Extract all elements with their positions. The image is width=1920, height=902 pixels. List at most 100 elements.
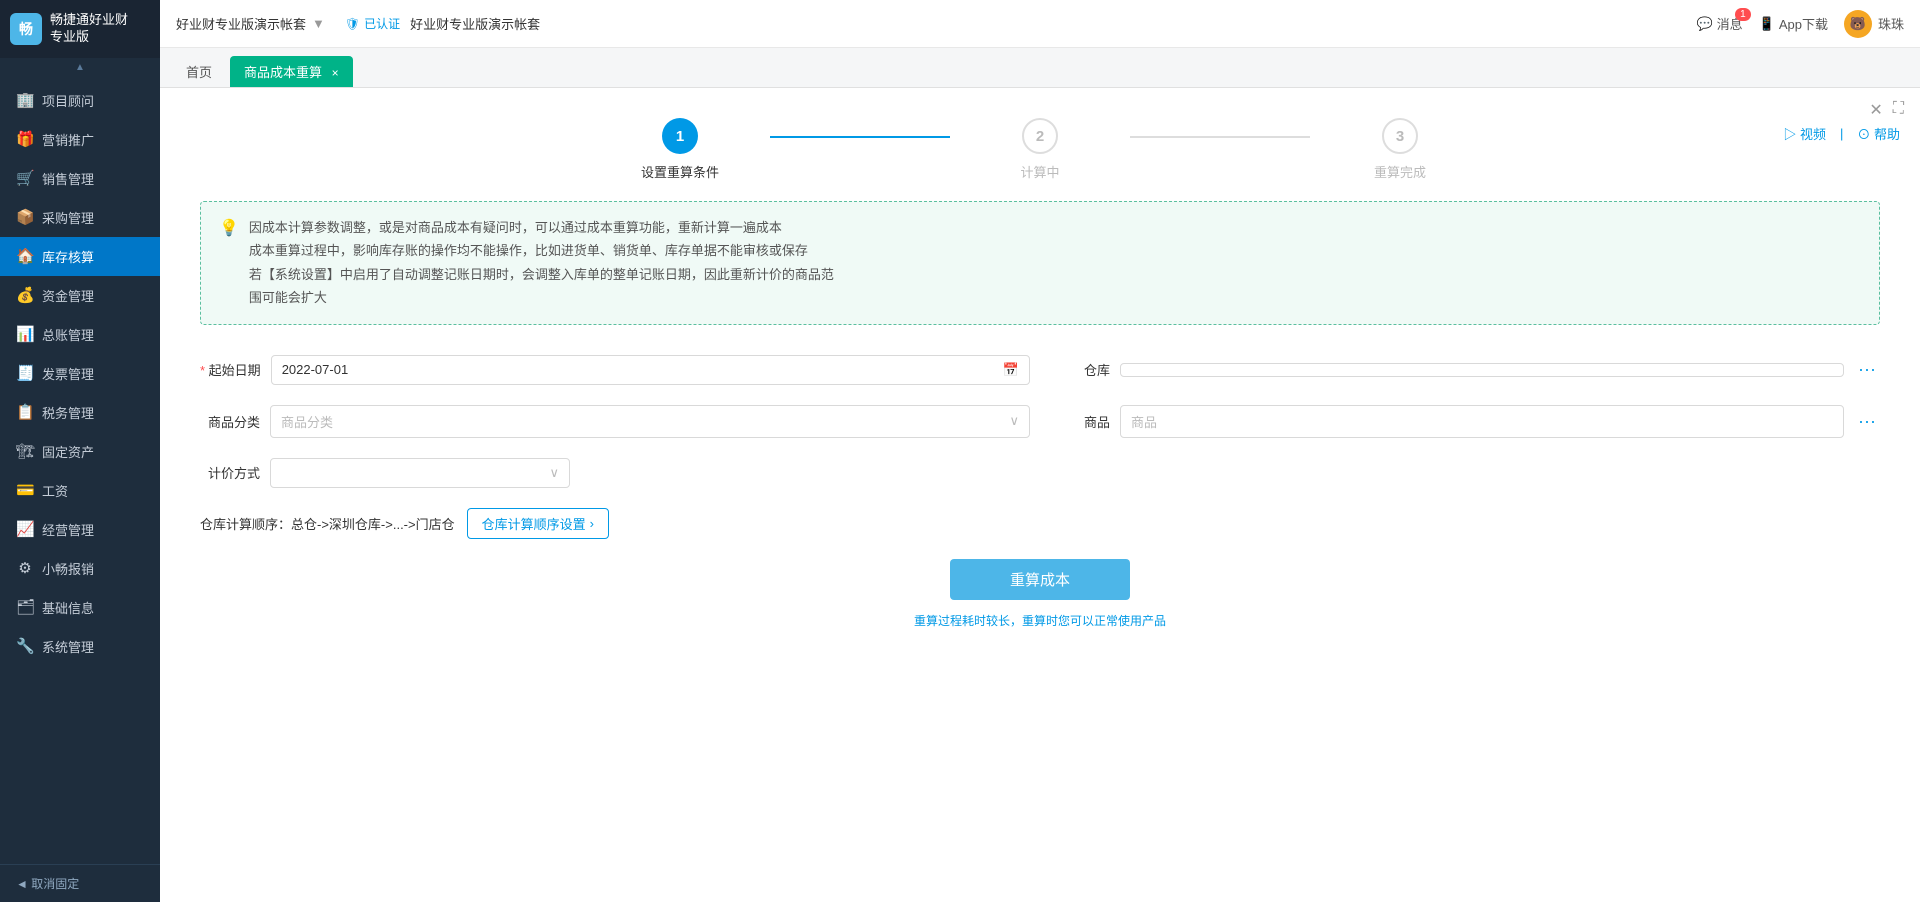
warehouse-more-btn[interactable]: ··· <box>1854 359 1880 380</box>
basic-icon: 🗂 <box>16 598 34 616</box>
recalc-button[interactable]: 重算成本 <box>950 559 1130 600</box>
shield-icon: 🛡 <box>345 17 360 31</box>
help-divider: | <box>1840 126 1843 141</box>
purchase-icon: 📦 <box>16 208 34 226</box>
sidebar: 畅 畅捷通好业财 专业版 ▲ 🏢项目顾问🎁营销推广🛒销售管理📦采购管理🏠库存核算… <box>0 0 160 902</box>
sidebar-item-sales[interactable]: 🛒 销售管理 <box>0 159 160 198</box>
logo-icon: 畅 <box>10 13 42 45</box>
finance-icon: 💰 <box>16 286 34 304</box>
tab-active-label: 商品成本重算 <box>244 65 322 80</box>
info-icon: 💡 <box>219 218 239 310</box>
tab-close-button[interactable]: × <box>332 66 339 80</box>
info-line-4: 围可能会扩大 <box>249 286 834 309</box>
form-row-1: 起始日期 📅 仓库 ··· <box>200 355 1880 385</box>
project-icon: 🏢 <box>16 91 34 109</box>
operations-icon: 📈 <box>16 520 34 538</box>
company-name: 好业财专业版演示帐套 <box>410 14 540 33</box>
product-group: 商品 商品 ··· <box>1050 405 1880 438</box>
salary-icon: 💳 <box>16 481 34 499</box>
tab-home[interactable]: 首页 <box>172 56 226 87</box>
start-date-input[interactable] <box>282 362 1003 377</box>
sidebar-label-salary: 工资 <box>42 481 68 500</box>
sales-icon: 🛒 <box>16 169 34 187</box>
sidebar-item-operations[interactable]: 📈 经营管理 <box>0 510 160 549</box>
close-button[interactable]: ✕ <box>1869 100 1882 120</box>
warehouse-input[interactable] <box>1120 363 1844 377</box>
step-3-circle: 3 <box>1382 118 1418 154</box>
message-icon: 💬 <box>1696 16 1712 32</box>
sidebar-item-project[interactable]: 🏢 项目顾问 <box>0 81 160 120</box>
category-placeholder: 商品分类 <box>281 412 333 431</box>
step-1-label: 设置重算条件 <box>641 162 719 181</box>
verified-label: 已认证 <box>364 15 400 32</box>
sidebar-item-fixed_asset[interactable]: 🏗 固定资产 <box>0 432 160 471</box>
step-2-label: 计算中 <box>1020 162 1059 181</box>
expand-button[interactable]: ⛶ <box>1893 100 1904 120</box>
fixed_asset-icon: 🏗 <box>16 442 34 460</box>
app-download-button[interactable]: 📱 App下载 <box>1759 14 1828 33</box>
sidebar-item-inventory[interactable]: 🏠库存核算 <box>0 237 160 276</box>
step-3: 3 重算完成 <box>1310 118 1490 181</box>
tabbar: 首页 商品成本重算 × <box>160 48 1920 88</box>
recalc-section: 重算成本 重算过程耗时较长，重算时您可以正常使用产品 <box>200 559 1880 629</box>
info-box: 💡 因成本计算参数调整，或是对商品成本有疑问时，可以通过成本重算功能，重新计算一… <box>200 201 1880 325</box>
start-date-input-wrapper[interactable]: 📅 <box>271 355 1030 385</box>
step-3-label: 重算完成 <box>1374 162 1426 181</box>
account-selector[interactable]: 好业财专业版演示帐套 ▼ <box>176 14 325 33</box>
tab-active[interactable]: 商品成本重算 × <box>230 56 353 87</box>
category-select[interactable]: 商品分类 ∨ <box>270 405 1030 438</box>
sidebar-label-fixed_asset: 固定资产 <box>42 442 94 461</box>
sidebar-item-marketing[interactable]: 🎁营销推广 <box>0 120 160 159</box>
warehouse-seq-label: 仓库计算顺序：总仓->深圳仓库->...->门店仓 <box>200 514 455 533</box>
warehouse-sequence-row: 仓库计算顺序：总仓->深圳仓库->...->门店仓 仓库计算顺序设置 › <box>200 508 1880 539</box>
system-icon: 🔧 <box>16 637 34 655</box>
calendar-icon[interactable]: 📅 <box>1003 362 1019 378</box>
step-line-1 <box>770 136 950 138</box>
sidebar-menu: 🏢 项目顾问 🎁营销推广 🛒 销售管理 📦采购管理🏠库存核算 💰 资金管理 📊总账管理🧾发票管理… <box>0 77 160 864</box>
sidebar-item-salary[interactable]: 💳 工资 <box>0 471 160 510</box>
product-label: 商品 <box>1050 412 1110 431</box>
product-more-btn[interactable]: ··· <box>1854 411 1880 432</box>
sidebar-label-sales: 销售管理 <box>42 169 94 188</box>
message-button[interactable]: 💬 消息 1 <box>1696 14 1742 33</box>
sidebar-label-operations: 经营管理 <box>42 520 94 539</box>
recalc-hint: 重算过程耗时较长，重算时您可以正常使用产品 <box>914 612 1166 629</box>
verified-badge: 🛡 已认证 <box>345 15 400 32</box>
sidebar-unpin[interactable]: ◄ 取消固定 <box>0 864 160 902</box>
sidebar-item-finance[interactable]: 💰 资金管理 <box>0 276 160 315</box>
sidebar-item-system[interactable]: 🔧 系统管理 <box>0 627 160 666</box>
sidebar-logo: 畅 畅捷通好业财 专业版 <box>0 0 160 58</box>
avatar: 🐻 <box>1844 10 1872 38</box>
inventory-icon: 🏠 <box>16 247 34 265</box>
sidebar-label-expense: 小畅报销 <box>42 559 94 578</box>
sidebar-item-basic[interactable]: 🗂基础信息 <box>0 588 160 627</box>
sidebar-item-purchase[interactable]: 📦采购管理 <box>0 198 160 237</box>
price-method-label: 计价方式 <box>200 463 260 482</box>
account-name: 好业财专业版演示帐套 <box>176 14 306 33</box>
step-2: 2 计算中 <box>950 118 1130 181</box>
sidebar-item-invoice[interactable]: 🧾发票管理 <box>0 354 160 393</box>
main-area: 好业财专业版演示帐套 ▼ 🛡 已认证 好业财专业版演示帐套 💬 消息 1 📱 A… <box>160 0 1920 902</box>
step-line-2 <box>1130 136 1310 138</box>
sidebar-item-accounting[interactable]: 📊总账管理 <box>0 315 160 354</box>
form-area: 起始日期 📅 仓库 ··· 商品分类 商品分类 <box>160 345 1920 649</box>
stepper-help: ▷ 视频 | ⊙ 帮助 <box>1783 124 1900 143</box>
sidebar-item-tax[interactable]: 📋税务管理 <box>0 393 160 432</box>
form-row-3: 计价方式 ∨ <box>200 458 1880 488</box>
product-input[interactable]: 商品 <box>1120 405 1844 438</box>
topbar-right: 💬 消息 1 📱 App下载 🐻 珠珠 <box>1696 10 1904 38</box>
price-method-select[interactable]: ∨ <box>270 458 570 488</box>
category-chevron-icon: ∨ <box>1009 413 1019 429</box>
category-label: 商品分类 <box>200 412 260 431</box>
user-avatar[interactable]: 🐻 珠珠 <box>1844 10 1904 38</box>
step-2-circle: 2 <box>1022 118 1058 154</box>
category-group: 商品分类 商品分类 ∨ <box>200 405 1030 438</box>
sidebar-label-project: 项目顾问 <box>42 91 94 110</box>
sidebar-label-accounting: 总账管理 <box>42 325 94 344</box>
help-link[interactable]: ⊙ 帮助 <box>1857 124 1900 143</box>
warehouse-seq-btn[interactable]: 仓库计算顺序设置 › <box>467 508 609 539</box>
sidebar-label-system: 系统管理 <box>42 637 94 656</box>
help-video-link[interactable]: ▷ 视频 <box>1783 124 1826 143</box>
sidebar-item-expense[interactable]: ⚙小畅报销 <box>0 549 160 588</box>
sidebar-label-finance: 资金管理 <box>42 286 94 305</box>
